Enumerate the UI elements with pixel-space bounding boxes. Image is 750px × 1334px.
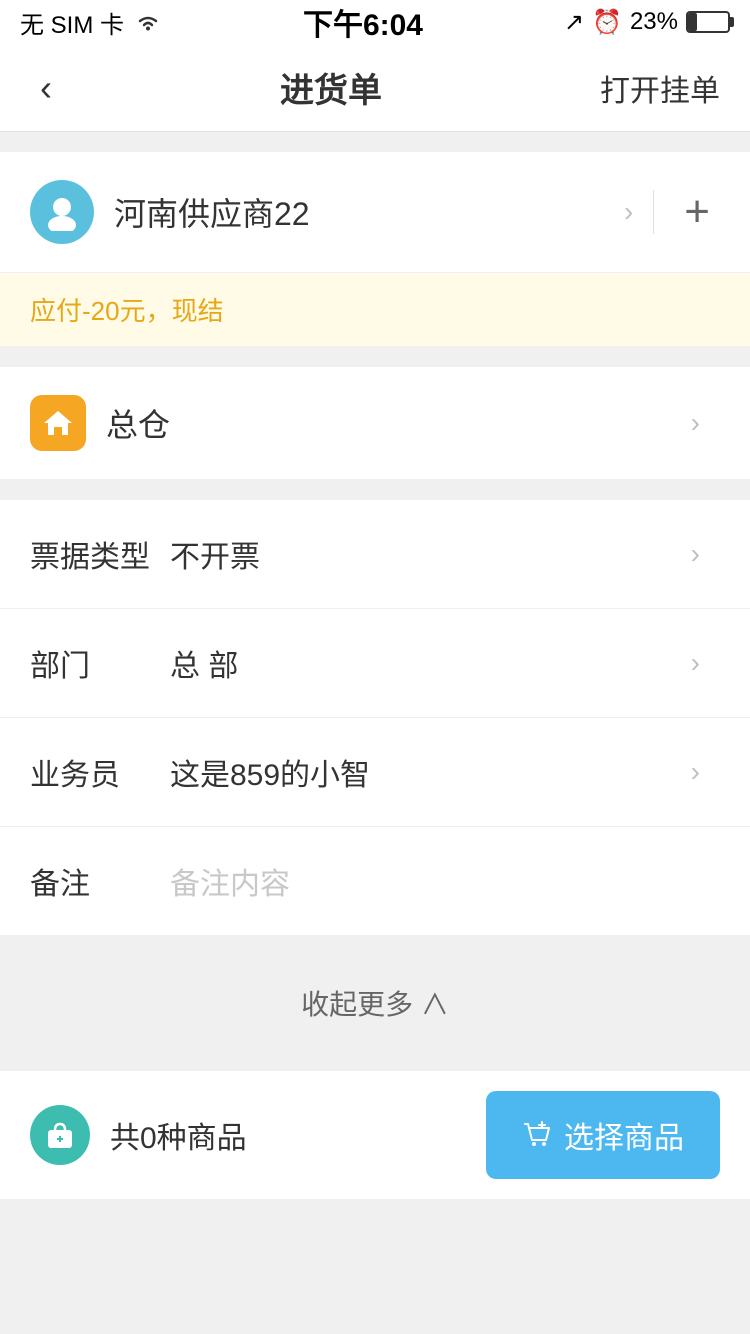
house-icon	[42, 407, 74, 439]
avatar	[30, 180, 94, 244]
chevron-right-icon: ›	[691, 647, 700, 679]
warehouse-icon	[30, 395, 86, 451]
department-label: 部门	[30, 641, 170, 685]
department-row[interactable]: 部门 总 部 ›	[0, 609, 750, 718]
chevron-right-icon: ›	[624, 196, 633, 228]
supplier-card: 河南供应商22 › + 应付-20元，现结	[0, 152, 750, 346]
nav-bar: ‹ 进货单 打开挂单	[0, 44, 750, 132]
battery-icon	[686, 11, 730, 33]
remark-label: 备注	[30, 859, 170, 903]
goods-count-label: 共0种商品	[110, 1113, 466, 1157]
form-section: 票据类型 不开票 › 部门 总 部 › 业务员 这是859的小智 › 备注 备注…	[0, 500, 750, 935]
remark-input[interactable]: 备注内容	[170, 859, 720, 903]
status-time: 下午6:04	[303, 0, 423, 44]
person-icon	[43, 193, 81, 231]
supplier-name: 河南供应商22	[114, 189, 624, 235]
add-supplier-button[interactable]: +	[674, 187, 720, 237]
warehouse-row[interactable]: 总仓 ›	[0, 366, 750, 480]
status-right: ↗ ⏰ 23%	[564, 8, 730, 37]
salesperson-row[interactable]: 业务员 这是859的小智 ›	[0, 718, 750, 827]
location-icon: ↗	[564, 8, 584, 37]
department-value: 总 部	[170, 641, 691, 685]
salesperson-value: 这是859的小智	[170, 750, 691, 794]
supplier-row[interactable]: 河南供应商22 › +	[0, 152, 750, 273]
alarm-icon: ⏰	[592, 8, 622, 37]
carrier-label: 无 SIM 卡	[20, 5, 124, 40]
cart-icon	[522, 1120, 552, 1150]
invoice-type-label: 票据类型	[30, 532, 170, 576]
chevron-right-icon: ›	[691, 756, 700, 788]
vertical-divider	[653, 190, 654, 234]
open-pending-button[interactable]: 打开挂单	[600, 66, 720, 110]
invoice-type-value: 不开票	[170, 532, 691, 576]
goods-icon	[30, 1105, 90, 1165]
salesperson-label: 业务员	[30, 750, 170, 794]
top-divider	[0, 132, 750, 152]
collapse-button[interactable]: 收起更多 ∧	[0, 955, 750, 1051]
select-goods-button[interactable]: 选择商品	[486, 1091, 720, 1179]
wifi-icon	[134, 12, 162, 32]
battery-percent: 23%	[630, 8, 678, 36]
page-title: 进货单	[280, 63, 382, 112]
chevron-right-icon: ›	[691, 538, 700, 570]
shopping-bag-icon	[43, 1118, 77, 1152]
remark-row[interactable]: 备注 备注内容	[0, 827, 750, 935]
bottom-bar: 共0种商品 选择商品	[0, 1071, 750, 1199]
select-goods-label: 选择商品	[564, 1113, 684, 1157]
status-left: 无 SIM 卡	[20, 5, 162, 40]
invoice-type-row[interactable]: 票据类型 不开票 ›	[0, 500, 750, 609]
warehouse-name: 总仓	[106, 400, 691, 446]
status-bar: 无 SIM 卡 下午6:04 ↗ ⏰ 23%	[0, 0, 750, 44]
chevron-right-icon: ›	[691, 407, 700, 439]
back-button[interactable]: ‹	[30, 57, 62, 119]
notice-bar: 应付-20元，现结	[0, 273, 750, 346]
